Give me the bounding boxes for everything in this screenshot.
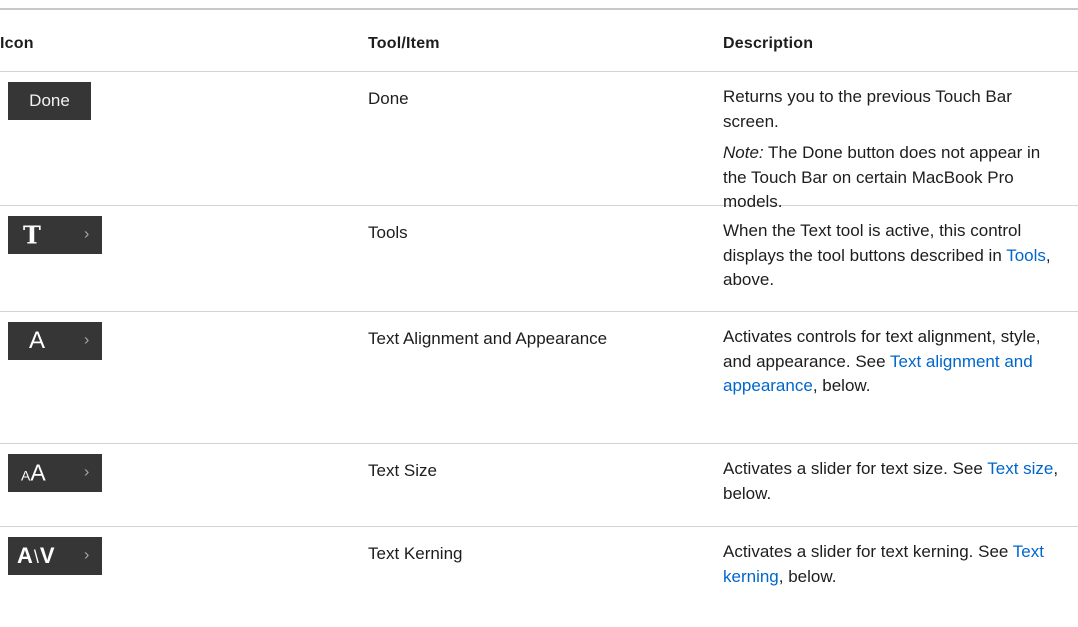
description-cell: Activates a slider for text kerning. See… <box>723 527 1063 607</box>
description-cell: Returns you to the previous Touch Bar sc… <box>723 72 1063 211</box>
description-text: Activates a slider for text kerning. See… <box>723 540 1063 589</box>
tool-name: Text Alignment and Appearance <box>368 329 608 348</box>
tool-name: Tools <box>368 223 408 242</box>
table-row-tools: T › Tools When the Text tool is active, … <box>0 206 1078 312</box>
tool-name: Done <box>368 89 409 108</box>
tool-cell: Text Size <box>368 444 723 526</box>
description-note: Note: The Done button does not appear in… <box>723 141 1063 215</box>
description-cell: Activates a slider for text size. See Te… <box>723 444 1063 526</box>
description-cell: Activates controls for text alignment, s… <box>723 312 1063 443</box>
chevron-right-icon: › <box>84 331 90 349</box>
tool-cell: Done <box>368 72 723 205</box>
done-button-icon: Done <box>8 82 91 120</box>
description-pre: Activates a slider for text size. See <box>723 459 988 478</box>
a-glyph: A <box>17 543 33 568</box>
table-row-done: Done Done Returns you to the previous To… <box>0 72 1078 211</box>
description-text: Activates a slider for text size. See Te… <box>723 457 1063 506</box>
tool-cell: Text Alignment and Appearance <box>368 312 723 443</box>
note-label: Note: <box>723 143 764 162</box>
tool-name: Text Kerning <box>368 544 463 563</box>
icon-cell: Done <box>0 72 368 205</box>
description-post: , below. <box>812 376 871 395</box>
av-glyph: A\V <box>17 543 55 569</box>
table-header-row: Icon Tool/Item Description <box>0 10 1078 72</box>
description-text: Activates controls for text alignment, s… <box>723 325 1063 399</box>
description-post: , below. <box>778 566 837 586</box>
small-a-glyph: A <box>21 467 31 484</box>
t-glyph: T <box>23 220 41 250</box>
header-icon: Icon <box>0 35 34 52</box>
description-pre: Activates a slider for text kerning. See <box>723 542 1013 561</box>
description-text: When the Text tool is active, this contr… <box>723 219 1063 293</box>
tool-name: Text Size <box>368 461 437 480</box>
header-tool: Tool/Item <box>368 35 440 52</box>
note-text: The Done button does not appear in the T… <box>723 143 1041 211</box>
text-alignment-icon: A › <box>8 322 102 360</box>
tool-cell: Tools <box>368 206 723 311</box>
icon-cell: A › <box>0 312 368 443</box>
description-pre: When the Text tool is active, this contr… <box>723 221 1022 265</box>
aa-glyph: AA <box>21 460 46 487</box>
touch-bar-table: Icon Tool/Item Description Done Done Ret… <box>0 8 1078 607</box>
icon-cell: AA › <box>0 444 368 526</box>
table-row-text-size: AA › Text Size Activates a slider for te… <box>0 444 1078 527</box>
slash-glyph: \ <box>33 547 39 567</box>
big-a-glyph: A <box>30 459 46 486</box>
text-kerning-icon: A\V › <box>8 537 102 575</box>
header-description: Description <box>723 35 814 52</box>
description-cell: When the Text tool is active, this contr… <box>723 206 1063 311</box>
chevron-right-icon: › <box>84 546 90 564</box>
a-glyph: A <box>29 327 46 354</box>
description-text: Returns you to the previous Touch Bar sc… <box>723 87 1012 131</box>
icon-cell: A\V › <box>0 527 368 607</box>
text-size-link[interactable]: Text size <box>987 459 1053 478</box>
tools-link[interactable]: Tools <box>1006 246 1046 265</box>
icon-cell: T › <box>0 206 368 311</box>
chevron-right-icon: › <box>84 225 90 243</box>
table-row-text-alignment: A › Text Alignment and Appearance Activa… <box>0 312 1078 444</box>
table-row-text-kerning: A\V › Text Kerning Activates a slider fo… <box>0 527 1078 607</box>
text-size-icon: AA › <box>8 454 102 492</box>
chevron-right-icon: › <box>84 463 90 481</box>
text-tool-icon: T › <box>8 216 102 254</box>
v-glyph: V <box>39 543 55 568</box>
tool-cell: Text Kerning <box>368 527 723 607</box>
